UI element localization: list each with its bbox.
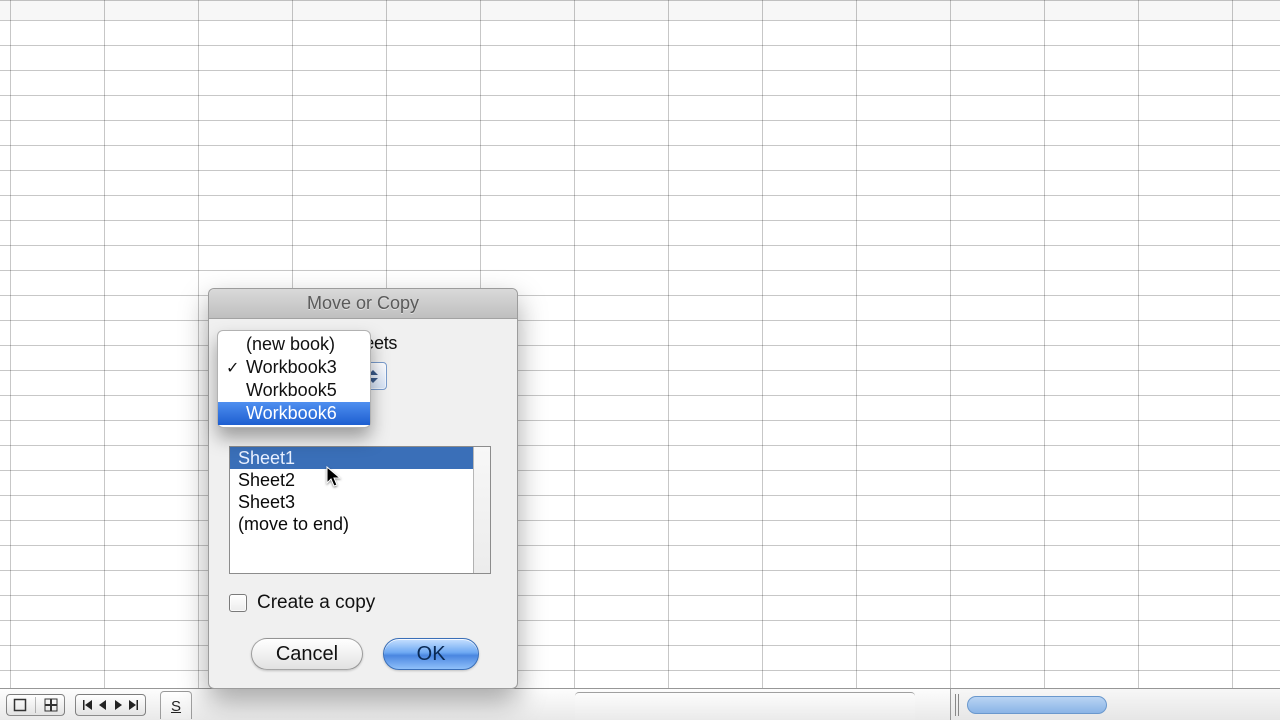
button-label: Cancel <box>276 643 338 666</box>
view-page-layout-icon[interactable] <box>44 698 58 712</box>
create-copy-checkbox[interactable] <box>229 594 247 612</box>
sheet-tab-active[interactable]: S <box>160 691 192 719</box>
item-label: Sheet2 <box>238 470 295 491</box>
move-or-copy-dialog: Move or Copy Move selected sheets (new b… <box>208 288 518 689</box>
view-mode-group <box>6 694 65 716</box>
create-copy-label: Create a copy <box>257 592 375 614</box>
divider <box>35 697 36 713</box>
pager-prev-icon[interactable] <box>97 699 109 711</box>
item-label: Sheet3 <box>238 492 295 513</box>
sheet-pager <box>75 694 146 716</box>
item-label: Sheet1 <box>238 448 295 469</box>
option-label: Workbook3 <box>246 357 337 378</box>
before-sheet-item[interactable]: Sheet2 <box>230 469 490 491</box>
create-copy-row: Create a copy <box>229 592 501 614</box>
option-label: (new book) <box>246 334 335 355</box>
option-label: Workbook5 <box>246 380 337 401</box>
option-label: Workbook6 <box>246 403 337 424</box>
dialog-titlebar[interactable]: Move or Copy <box>209 289 517 319</box>
ok-button[interactable]: OK <box>383 638 479 670</box>
listbox-scrollbar[interactable] <box>473 447 490 573</box>
dialog-title: Move or Copy <box>307 293 419 314</box>
before-sheet-listbox[interactable]: Sheet1 Sheet2 Sheet3 (move to end) <box>229 446 491 574</box>
to-book-dropdown: (new book) ✓ Workbook3 Workbook5 Workboo… <box>217 330 371 428</box>
before-sheet-item[interactable]: Sheet1 <box>230 447 490 469</box>
pager-next-icon[interactable] <box>112 699 124 711</box>
to-book-option-new-book[interactable]: (new book) <box>218 333 370 356</box>
check-icon: ✓ <box>226 358 239 378</box>
sheet-tab-label: S <box>171 698 181 715</box>
to-book-option-workbook3[interactable]: ✓ Workbook3 <box>218 356 370 379</box>
sheet-tabs-remainder <box>575 692 915 720</box>
spreadsheet-grid <box>0 0 1280 720</box>
to-book-select[interactable]: (new book) ✓ Workbook3 Workbook5 Workboo… <box>229 362 501 392</box>
cancel-button[interactable]: Cancel <box>251 638 363 670</box>
item-label: (move to end) <box>238 514 349 535</box>
before-sheet-item[interactable]: Sheet3 <box>230 491 490 513</box>
scrollbar-thumb[interactable] <box>967 696 1107 714</box>
before-sheet-item[interactable]: (move to end) <box>230 513 490 535</box>
splitter-grip-icon[interactable] <box>955 694 961 716</box>
view-normal-icon[interactable] <box>13 698 27 712</box>
pager-last-icon[interactable] <box>127 699 139 711</box>
to-book-option-workbook5[interactable]: Workbook5 <box>218 379 370 402</box>
dialog-button-row: Cancel OK <box>229 638 501 670</box>
horizontal-scrollbar[interactable] <box>950 688 1280 720</box>
to-book-option-workbook6[interactable]: Workbook6 <box>218 402 370 425</box>
button-label: OK <box>417 643 446 666</box>
pager-first-icon[interactable] <box>82 699 94 711</box>
